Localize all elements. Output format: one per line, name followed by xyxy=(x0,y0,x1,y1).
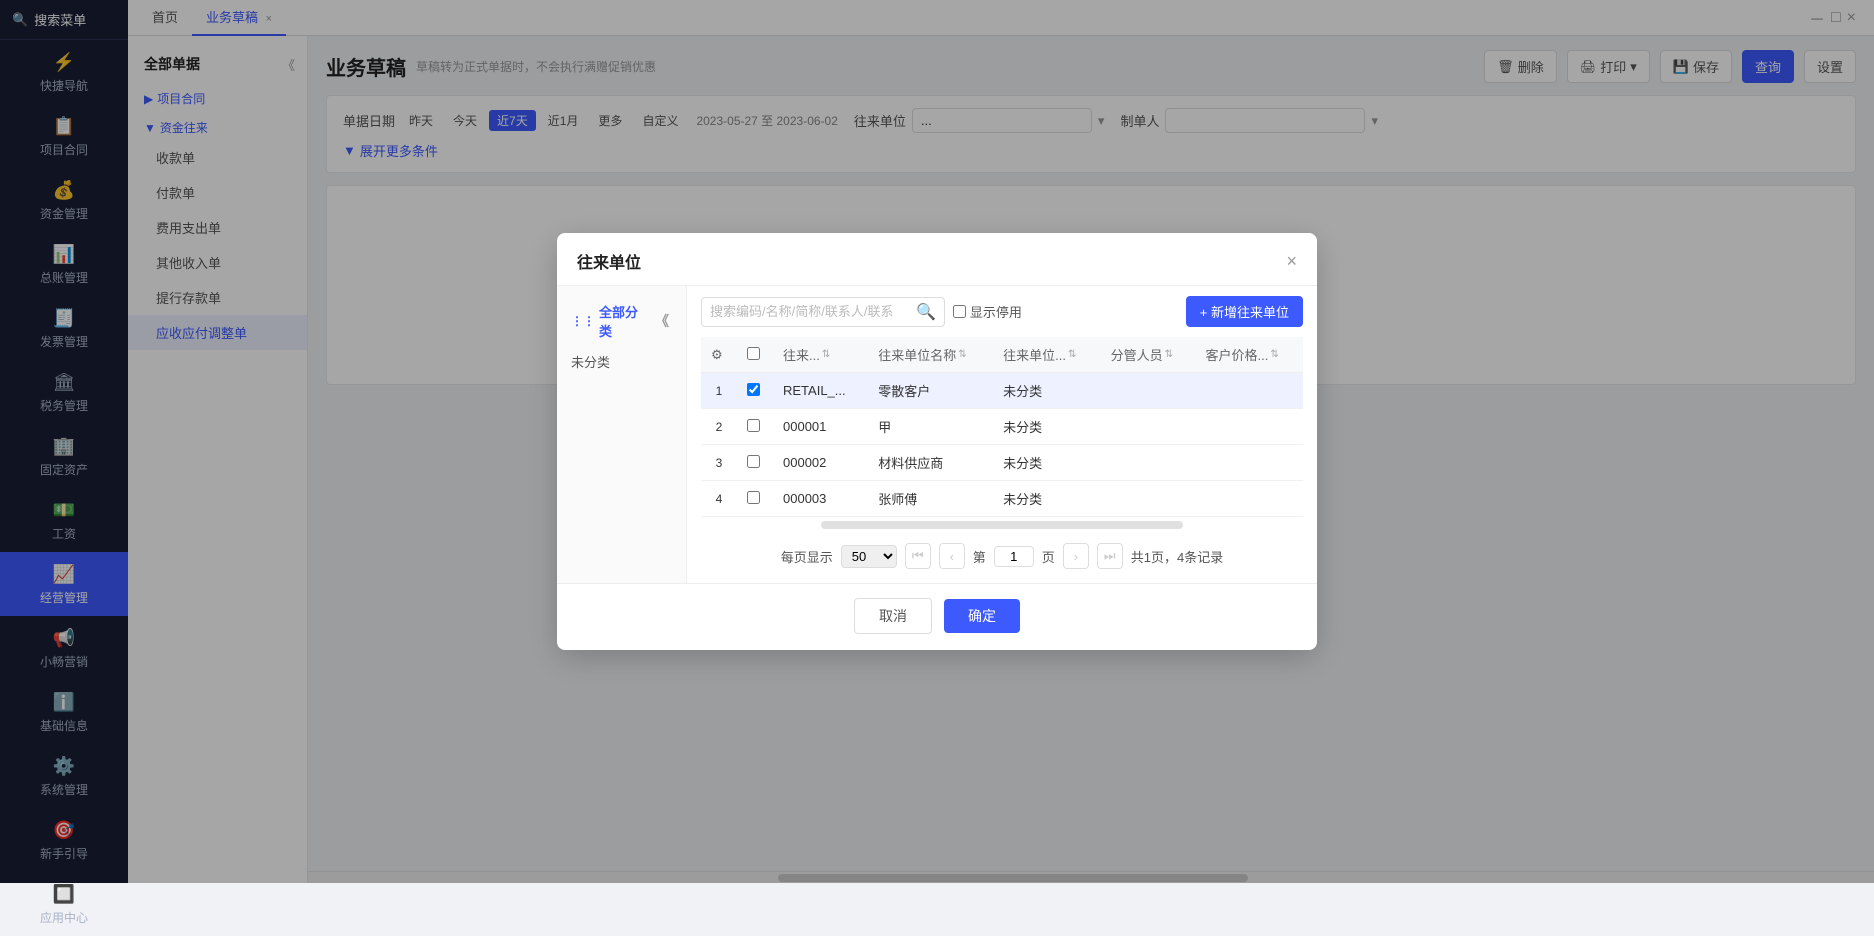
col-category-header: 往来单位... xyxy=(993,337,1100,373)
modal-overlay: 往来单位 × ⋮⋮ 全部分类 《 未分类 xyxy=(0,0,1874,883)
col-code-sort[interactable]: 往来... xyxy=(783,345,830,364)
row-name: 零散客户 xyxy=(868,373,993,409)
row-category: 未分类 xyxy=(993,373,1100,409)
row-name: 材料供应商 xyxy=(868,445,993,481)
pagination: 每页显示 50 10 20 100 ⏮ ‹ 第 页 › ⏭ 共1页，4条记录 xyxy=(701,533,1303,573)
col-category-sort[interactable]: 往来单位... xyxy=(1003,345,1076,364)
per-page-select[interactable]: 50 10 20 100 xyxy=(841,545,897,568)
pag-page-unit: 页 xyxy=(1042,547,1055,566)
dialog-sidebar-title-label: 全部分类 xyxy=(599,302,648,340)
dialog-close-icon[interactable]: × xyxy=(1286,252,1297,270)
table-horizontal-scrollbar[interactable] xyxy=(701,521,1303,529)
col-name-sort[interactable]: 往来单位名称 xyxy=(878,345,966,364)
sidebar-unclassified-label: 未分类 xyxy=(571,355,610,370)
row-num: 3 xyxy=(701,445,737,481)
pag-total-label: 共1页，4条记录 xyxy=(1131,547,1223,566)
col-price-sort[interactable]: 客户价格... xyxy=(1206,345,1279,364)
row-price xyxy=(1196,481,1303,517)
search-icon[interactable]: 🔍 xyxy=(916,302,936,322)
row-name: 甲 xyxy=(868,409,993,445)
cancel-label: 取消 xyxy=(879,608,907,624)
row-code: RETAIL_... xyxy=(773,373,868,409)
col-manager-sort[interactable]: 分管人员 xyxy=(1111,345,1173,364)
show-disabled-label: 显示停用 xyxy=(970,302,1022,321)
sidebar-item-label: 应用中心 xyxy=(40,909,88,926)
settings-col-icon[interactable]: ⚙ xyxy=(711,347,723,362)
search-box: 🔍 xyxy=(701,297,945,327)
row-checkbox[interactable] xyxy=(737,445,773,481)
row-category: 未分类 xyxy=(993,409,1100,445)
row-price xyxy=(1196,409,1303,445)
row-name: 张师傅 xyxy=(868,481,993,517)
dialog-header: 往来单位 × xyxy=(557,233,1317,286)
per-page-label: 每页显示 xyxy=(781,547,833,566)
table-scrollbar-thumb xyxy=(821,521,1182,529)
partner-table-wrap: ⚙ 往来... 往来单位名称 xyxy=(701,337,1303,517)
table-row[interactable]: 3 000002 材料供应商 未分类 xyxy=(701,445,1303,481)
row-manager xyxy=(1101,481,1196,517)
row-manager xyxy=(1101,409,1196,445)
dialog-sidebar-collapse-icon[interactable]: 《 xyxy=(652,311,672,331)
add-partner-label: + 新增往来单位 xyxy=(1200,302,1289,321)
cancel-button[interactable]: 取消 xyxy=(854,598,932,634)
table-row[interactable]: 2 000001 甲 未分类 xyxy=(701,409,1303,445)
row-code: 000003 xyxy=(773,481,868,517)
apps-icon: 🔲 xyxy=(53,884,75,905)
select-all-checkbox[interactable] xyxy=(747,347,760,360)
table-row[interactable]: 1 RETAIL_... 零散客户 未分类 xyxy=(701,373,1303,409)
col-manager-header: 分管人员 xyxy=(1101,337,1196,373)
confirm-button[interactable]: 确定 xyxy=(944,599,1020,633)
dialog-sidebar-header: ⋮⋮ 全部分类 《 xyxy=(557,296,686,346)
partner-table: ⚙ 往来... 往来单位名称 xyxy=(701,337,1303,517)
row-price xyxy=(1196,373,1303,409)
grid-dots-icon: ⋮⋮ xyxy=(571,314,595,328)
row-num: 1 xyxy=(701,373,737,409)
partner-dialog: 往来单位 × ⋮⋮ 全部分类 《 未分类 xyxy=(557,233,1317,650)
col-name-header: 往来单位名称 xyxy=(868,337,993,373)
row-manager xyxy=(1101,373,1196,409)
table-row[interactable]: 4 000003 张师傅 未分类 xyxy=(701,481,1303,517)
dialog-search-area: 🔍 显示停用 xyxy=(701,297,1022,327)
dialog-footer: 取消 确定 xyxy=(557,583,1317,650)
col-code-header: 往来... xyxy=(773,337,868,373)
dialog-main-content: 🔍 显示停用 + 新增往来单位 xyxy=(687,286,1317,583)
row-category: 未分类 xyxy=(993,481,1100,517)
show-disabled-toggle[interactable]: 显示停用 xyxy=(953,302,1022,321)
dialog-sidebar: ⋮⋮ 全部分类 《 未分类 xyxy=(557,286,687,583)
show-disabled-checkbox[interactable] xyxy=(953,305,966,318)
row-category: 未分类 xyxy=(993,445,1100,481)
pag-page-input[interactable] xyxy=(994,546,1034,567)
row-code: 000001 xyxy=(773,409,868,445)
col-checkbox-header xyxy=(737,337,773,373)
row-num: 2 xyxy=(701,409,737,445)
row-price xyxy=(1196,445,1303,481)
row-checkbox[interactable] xyxy=(737,409,773,445)
pag-first-btn[interactable]: ⏮ xyxy=(905,543,931,569)
row-checkbox[interactable] xyxy=(737,481,773,517)
dialog-body: ⋮⋮ 全部分类 《 未分类 🔍 xyxy=(557,286,1317,583)
row-code: 000002 xyxy=(773,445,868,481)
dialog-title: 往来单位 xyxy=(577,249,641,273)
row-checkbox[interactable] xyxy=(737,373,773,409)
row-num: 4 xyxy=(701,481,737,517)
pag-page-label: 第 xyxy=(973,547,986,566)
sidebar-unclassified[interactable]: 未分类 xyxy=(557,346,686,377)
confirm-label: 确定 xyxy=(968,608,996,624)
pag-prev-btn[interactable]: ‹ xyxy=(939,543,965,569)
col-price-header: 客户价格... xyxy=(1196,337,1303,373)
search-input[interactable] xyxy=(710,304,910,319)
add-partner-button[interactable]: + 新增往来单位 xyxy=(1186,296,1303,327)
pag-last-btn[interactable]: ⏭ xyxy=(1097,543,1123,569)
row-manager xyxy=(1101,445,1196,481)
pag-next-btn[interactable]: › xyxy=(1063,543,1089,569)
col-settings-header: ⚙ xyxy=(701,337,737,373)
table-header-row: ⚙ 往来... 往来单位名称 xyxy=(701,337,1303,373)
dialog-toolbar: 🔍 显示停用 + 新增往来单位 xyxy=(701,296,1303,327)
